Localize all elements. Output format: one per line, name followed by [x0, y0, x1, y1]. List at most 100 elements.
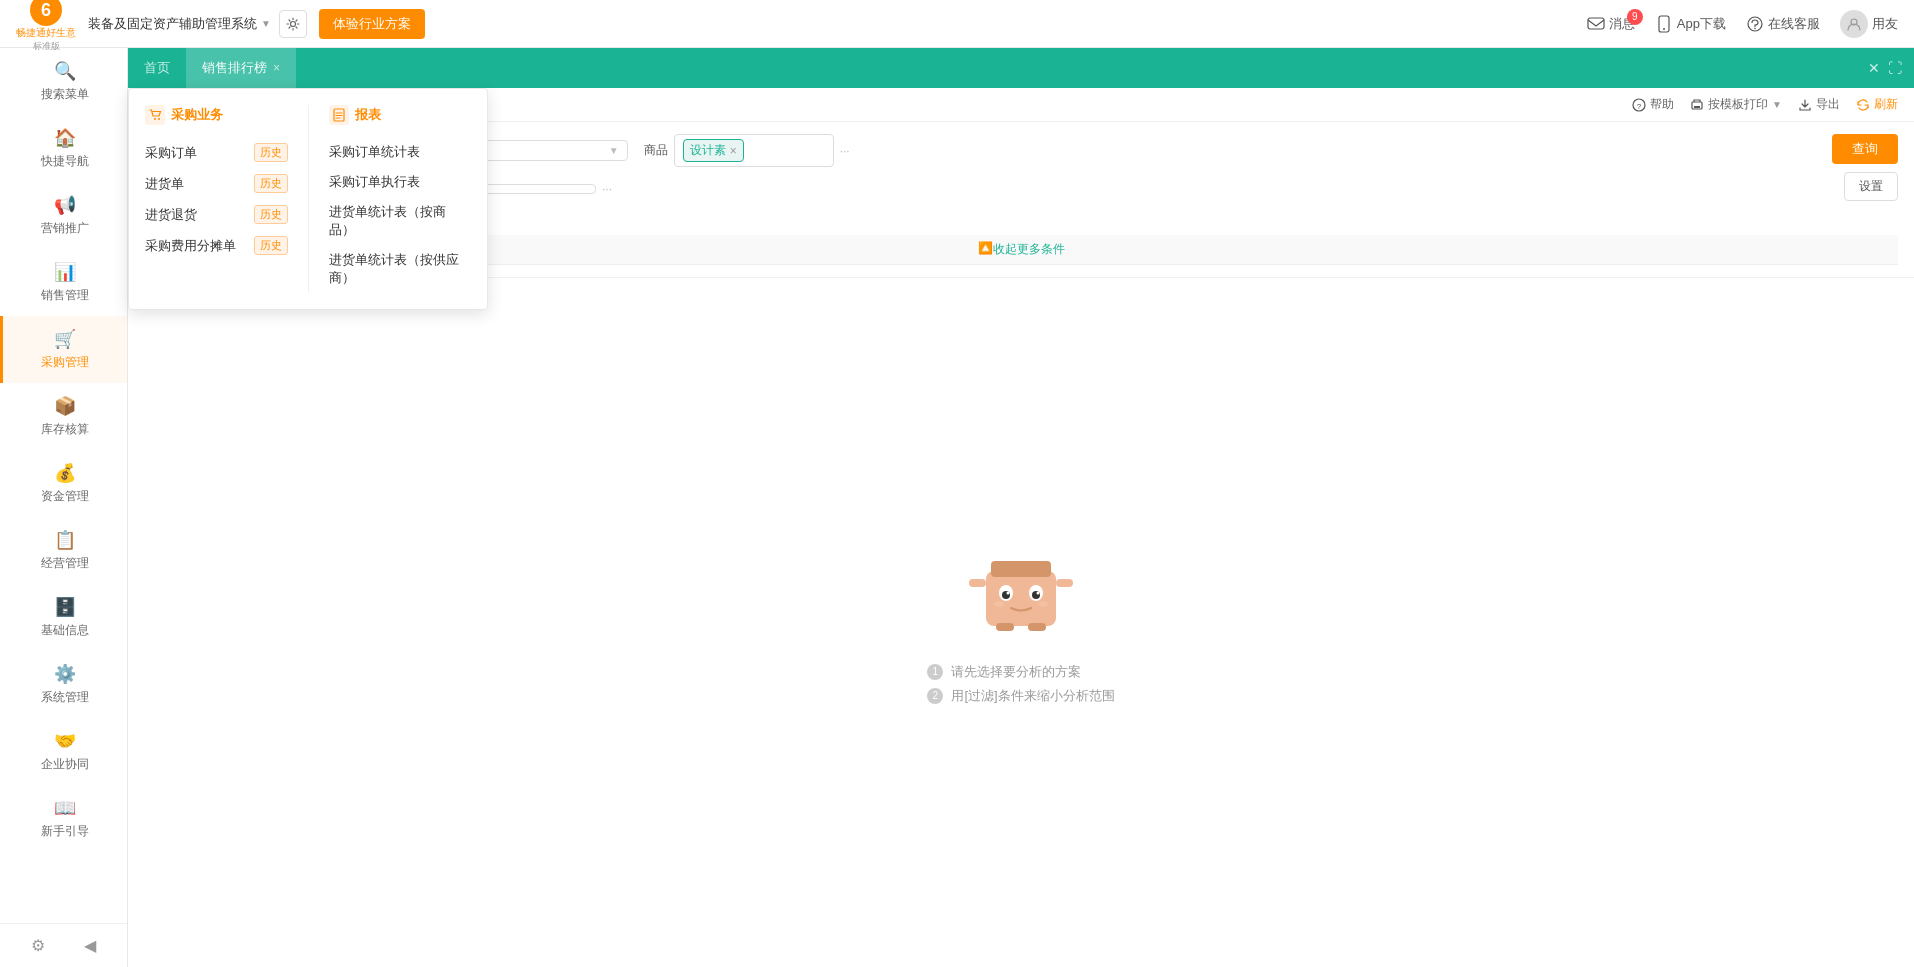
service-icon — [1746, 15, 1764, 33]
sidebar-item-capital[interactable]: 💰 资金管理 — [0, 450, 127, 517]
purchase-icon: 🛒 — [54, 328, 76, 350]
sidebar-label-quick: 快捷导航 — [41, 153, 89, 170]
svg-rect-10 — [1694, 106, 1700, 108]
tab-home-label: 首页 — [144, 59, 170, 77]
enterprise-icon: 🤝 — [54, 730, 76, 752]
collapse-text: 收起更多条件 — [993, 241, 1065, 258]
sidebar-label-system: 系统管理 — [41, 689, 89, 706]
sidebar-footer: ⚙ ◀ — [0, 923, 127, 967]
dropdown-item-r0: 采购订单统计表 — [329, 143, 420, 161]
marketing-icon: 📢 — [54, 194, 76, 216]
dropdown-col2-title: 报表 — [329, 105, 472, 125]
sidebar-item-newbie[interactable]: 📖 新手引导 — [0, 785, 127, 852]
settings-icon-btn[interactable] — [279, 10, 307, 38]
sidebar-item-basic[interactable]: 🗄️ 基础信息 — [0, 584, 127, 651]
app-download-btn[interactable]: App下载 — [1655, 15, 1726, 33]
report-icon — [332, 108, 346, 122]
sidebar-label-marketing: 营销推广 — [41, 220, 89, 237]
goods-tag-close[interactable]: × — [730, 144, 737, 158]
refresh-btn[interactable]: 刷新 — [1856, 96, 1898, 113]
sidebar-item-sales[interactable]: 📊 销售管理 — [0, 249, 127, 316]
sidebar-label-operation: 经营管理 — [41, 555, 89, 572]
tab-sales-ranking[interactable]: 销售排行榜 × — [186, 48, 296, 88]
svg-text:?: ? — [1637, 102, 1642, 111]
empty-hint-2: 用[过滤]条件来缩小分析范围 — [951, 687, 1114, 705]
goods-input[interactable]: 设计素 × — [674, 134, 834, 167]
dropdown-item-report-goods-by-product[interactable]: 进货单统计表（按商品） — [329, 197, 472, 245]
svg-point-25 — [154, 118, 156, 120]
export-icon — [1798, 98, 1812, 112]
dropdown-col-purchase: 采购业务 采购订单 历史 进货单 历史 进货退货 历史 采购费用分摊单 历史 — [145, 105, 288, 293]
empty-svg — [961, 541, 1081, 641]
sidebar-label-purchase: 采购管理 — [41, 354, 89, 371]
goods-more[interactable]: ··· — [840, 144, 850, 158]
tab-close-window-icon[interactable]: ✕ — [1868, 60, 1880, 76]
sidebar-item-marketing[interactable]: 📢 营销推广 — [0, 182, 127, 249]
query-btn[interactable]: 查询 — [1832, 134, 1898, 164]
dropdown-col1-title: 采购业务 — [145, 105, 288, 125]
sidebar-item-inventory[interactable]: 📦 库存核算 — [0, 383, 127, 450]
dropdown-item-report-order-exec[interactable]: 采购订单执行表 — [329, 167, 472, 197]
sidebar-item-quick[interactable]: 🏠 快捷导航 — [0, 115, 127, 182]
hist-badge-2: 历史 — [254, 205, 288, 224]
sales-icon: 📊 — [54, 261, 76, 283]
dropdown-cols: 采购业务 采购订单 历史 进货单 历史 进货退货 历史 采购费用分摊单 历史 — [145, 105, 471, 293]
dropdown-col1-title-text: 采购业务 — [171, 106, 223, 124]
tab-fullscreen-icon[interactable]: ⛶ — [1888, 60, 1902, 76]
svg-point-0 — [290, 21, 295, 26]
dropdown-item-purchase-cost[interactable]: 采购费用分摊单 历史 — [145, 230, 288, 261]
dropdown-item-label-0: 采购订单 — [145, 144, 197, 162]
print-dropdown-icon[interactable]: ▼ — [1772, 99, 1782, 110]
sidebar-item-enterprise[interactable]: 🤝 企业协同 — [0, 718, 127, 785]
staff-more[interactable]: ··· — [602, 182, 612, 196]
help-btn[interactable]: ? 帮助 — [1632, 96, 1674, 113]
dropdown-item-purchase-order[interactable]: 采购订单 历史 — [145, 137, 288, 168]
system-title-dropdown[interactable]: 装备及固定资产辅助管理系统 ▼ — [88, 15, 271, 33]
home-icon: 🏠 — [54, 127, 76, 149]
refresh-label: 刷新 — [1874, 96, 1898, 113]
dropdown-item-label-1: 进货单 — [145, 175, 184, 193]
logo-area: 6 畅捷通好生意 标准版 — [16, 0, 76, 53]
user-avatar — [1840, 10, 1868, 38]
sidebar-item-operation[interactable]: 📋 经营管理 — [0, 517, 127, 584]
sidebar-label-newbie: 新手引导 — [41, 823, 89, 840]
export-label: 导出 — [1816, 96, 1840, 113]
help-label: 帮助 — [1650, 96, 1674, 113]
dropdown-item-goods-return[interactable]: 进货退货 历史 — [145, 199, 288, 230]
footer-settings-btn[interactable]: ⚙ — [31, 936, 45, 955]
svg-rect-12 — [991, 561, 1051, 577]
online-service-label: 在线客服 — [1768, 15, 1820, 33]
svg-point-20 — [1038, 601, 1048, 607]
user-btn[interactable]: 用友 — [1840, 10, 1898, 38]
sidebar-label-inventory: 库存核算 — [41, 421, 89, 438]
sidebar-item-system[interactable]: ⚙️ 系统管理 — [0, 651, 127, 718]
sidebar-item-purchase[interactable]: 🛒 采购管理 — [0, 316, 127, 383]
collapse-icon: 🔼 — [978, 241, 993, 258]
online-service-btn[interactable]: 在线客服 — [1746, 15, 1820, 33]
newbie-icon: 📖 — [54, 797, 76, 819]
set-btn[interactable]: 设置 — [1844, 172, 1898, 201]
tab-close-icon[interactable]: × — [273, 61, 280, 75]
dropdown-item-report-goods-by-supplier[interactable]: 进货单统计表（按供应商） — [329, 245, 472, 293]
svg-point-17 — [1007, 591, 1010, 594]
app-download-label: App下载 — [1677, 15, 1726, 33]
empty-hints: 1 请先选择要分析的方案 2 用[过滤]条件来缩小分析范围 — [927, 663, 1114, 705]
tab-sales-ranking-label: 销售排行榜 — [202, 59, 267, 77]
svg-rect-22 — [1056, 579, 1073, 587]
sidebar-label-capital: 资金管理 — [41, 488, 89, 505]
inventory-icon: 📦 — [54, 395, 76, 417]
dropdown-item-goods-in[interactable]: 进货单 历史 — [145, 168, 288, 199]
footer-collapse-btn[interactable]: ◀ — [84, 936, 96, 955]
export-btn[interactable]: 导出 — [1798, 96, 1840, 113]
tab-home[interactable]: 首页 — [128, 48, 186, 88]
goods-tag: 设计素 × — [683, 139, 744, 162]
logo-icon: 6 — [30, 0, 62, 26]
tab-right-icons: ✕ ⛶ — [1868, 60, 1914, 76]
sidebar-item-search[interactable]: 🔍 搜索菜单 — [0, 48, 127, 115]
message-btn[interactable]: 消息 9 — [1587, 15, 1635, 33]
trial-btn[interactable]: 体验行业方案 — [319, 9, 425, 39]
print-tpl-btn[interactable]: 按模板打印 ▼ — [1690, 96, 1782, 113]
dropdown-item-report-order-stat[interactable]: 采购订单统计表 — [329, 137, 472, 167]
refresh-icon — [1856, 98, 1870, 112]
svg-point-18 — [1037, 591, 1040, 594]
